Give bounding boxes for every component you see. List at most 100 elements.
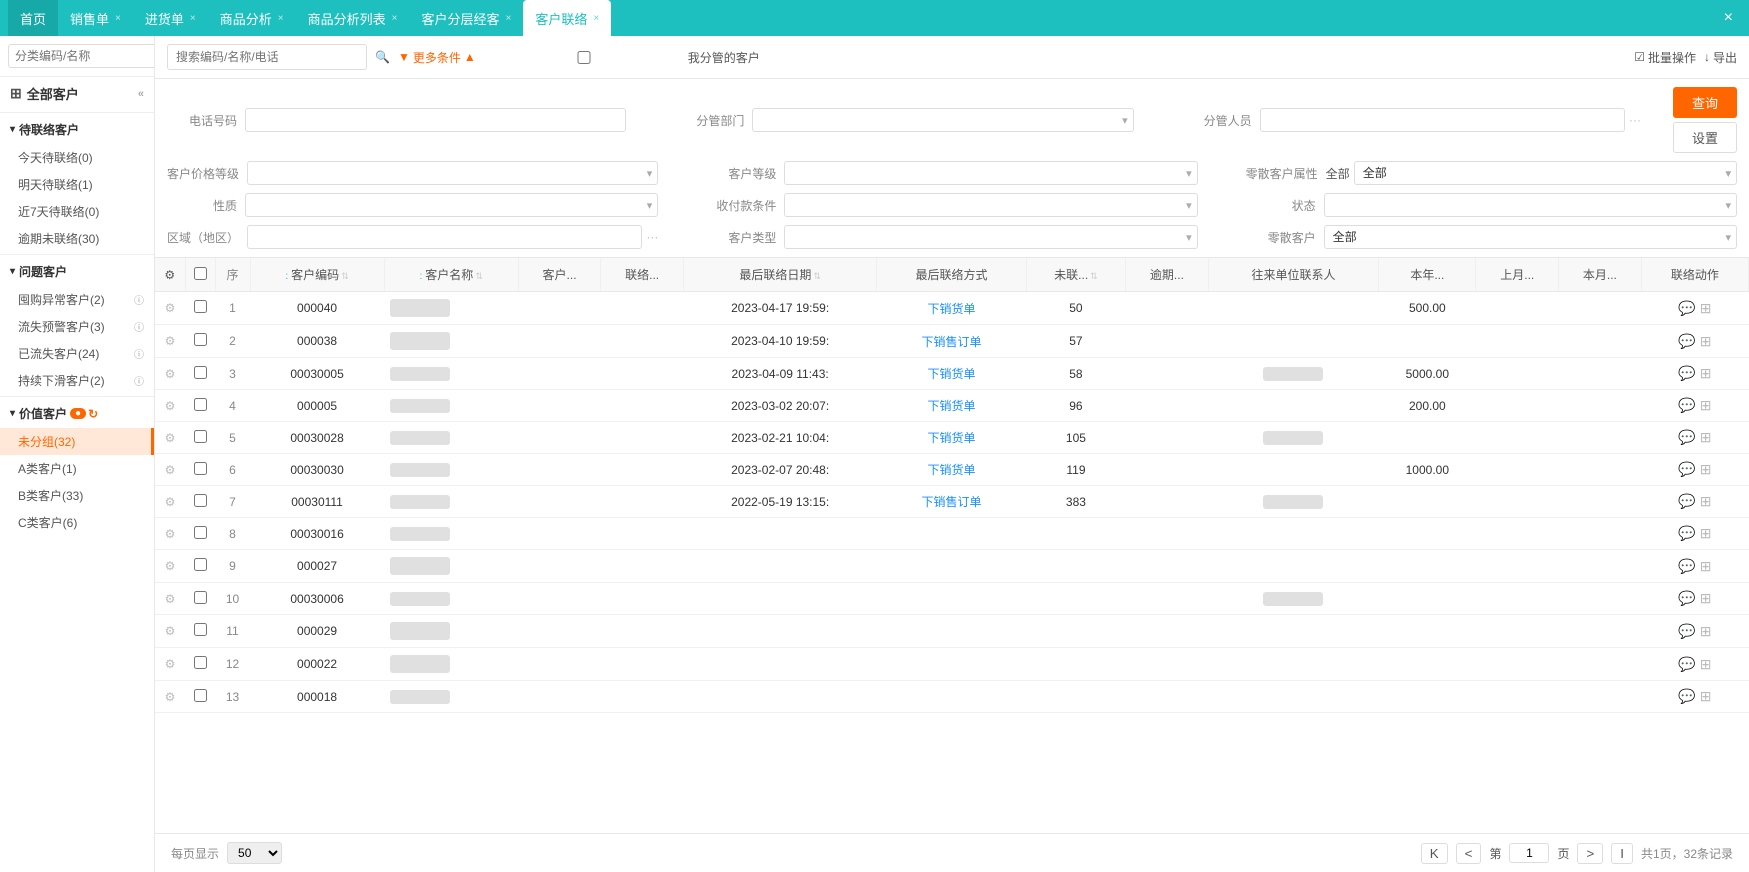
grid-action-icon[interactable]: ⊞ xyxy=(1700,300,1712,317)
chat-icon[interactable]: 💬 xyxy=(1678,333,1695,350)
cell-last-contact-way[interactable]: 下销售订单 xyxy=(877,486,1026,518)
dept-select[interactable] xyxy=(752,108,1133,132)
tab-home[interactable]: 首页 xyxy=(8,0,58,36)
cell-checkbox[interactable] xyxy=(185,486,215,518)
cell-gear[interactable]: ⚙ xyxy=(155,486,185,518)
tab-product-analysis-list-close[interactable]: × xyxy=(392,13,398,24)
cell-checkbox[interactable] xyxy=(185,325,215,358)
cell-checkbox[interactable] xyxy=(185,518,215,550)
cell-last-contact-way[interactable] xyxy=(877,518,1026,550)
batch-op-button[interactable]: ☑ 批量操作 xyxy=(1634,49,1696,66)
retail-attr-select[interactable]: 全部 xyxy=(1354,161,1737,185)
sidebar-item-overdue[interactable]: 逾期未联络(30) xyxy=(0,225,154,252)
first-page-button[interactable]: K xyxy=(1421,843,1448,864)
tab-customer-segment-close[interactable]: × xyxy=(505,13,511,24)
sidebar-item-tomorrow-pending[interactable]: 明天待联络(1) xyxy=(0,171,154,198)
contact-way-link[interactable]: 下销货单 xyxy=(928,367,976,381)
cell-checkbox[interactable] xyxy=(185,358,215,390)
payment-terms-select[interactable] xyxy=(784,193,1197,217)
cell-gear[interactable]: ⚙ xyxy=(155,681,185,713)
chat-icon[interactable]: 💬 xyxy=(1678,365,1695,382)
sidebar-item-today-pending[interactable]: 今天待联络(0) xyxy=(0,144,154,171)
cell-gear[interactable]: ⚙ xyxy=(155,292,185,325)
th-name[interactable]: :客户名称⇅ xyxy=(384,258,518,292)
th-checkbox[interactable] xyxy=(185,258,215,292)
cell-checkbox[interactable] xyxy=(185,648,215,681)
sidebar-item-ungrouped[interactable]: 未分组(32) xyxy=(0,428,154,455)
row-checkbox[interactable] xyxy=(194,333,207,346)
row-checkbox[interactable] xyxy=(194,656,207,669)
grid-action-icon[interactable]: ⊞ xyxy=(1700,688,1712,705)
grid-action-icon[interactable]: ⊞ xyxy=(1700,429,1712,446)
cell-checkbox[interactable] xyxy=(185,292,215,325)
th-last-contact-date[interactable]: 最后联络日期⇅ xyxy=(683,258,876,292)
nature-select[interactable] xyxy=(245,193,658,217)
tab-purchase-close[interactable]: × xyxy=(190,13,196,24)
th-gear[interactable]: ⚙ xyxy=(155,258,185,292)
cell-last-contact-way[interactable] xyxy=(877,648,1026,681)
retail-customer-select[interactable]: 全部 xyxy=(1324,225,1737,249)
phone-input[interactable] xyxy=(245,108,626,132)
cell-checkbox[interactable] xyxy=(185,550,215,583)
tab-customer-contact-close[interactable]: × xyxy=(593,13,599,24)
query-button[interactable]: 查询 xyxy=(1673,87,1737,118)
filter-search-icon[interactable]: 🔍 xyxy=(375,50,390,64)
row-checkbox[interactable] xyxy=(194,494,207,507)
row-checkbox[interactable] xyxy=(194,300,207,313)
manager-dots-icon[interactable]: ··· xyxy=(1629,113,1641,127)
th-code[interactable]: :客户编码⇅ xyxy=(250,258,384,292)
row-checkbox[interactable] xyxy=(194,623,207,636)
section-value-customers[interactable]: ▾ 价值客户 ● ↻ xyxy=(0,399,154,428)
row-checkbox[interactable] xyxy=(194,366,207,379)
cell-checkbox[interactable] xyxy=(185,454,215,486)
region-dots-icon[interactable]: ··· xyxy=(646,230,658,244)
page-size-select[interactable]: 50 100 xyxy=(227,842,282,864)
row-checkbox[interactable] xyxy=(194,689,207,702)
cell-last-contact-way[interactable]: 下销货单 xyxy=(877,454,1026,486)
reset-button[interactable]: 设置 xyxy=(1673,122,1737,153)
customer-level-select[interactable] xyxy=(784,161,1197,185)
grid-action-icon[interactable]: ⊞ xyxy=(1700,558,1712,575)
tab-customer-segment[interactable]: 客户分层经客 × xyxy=(409,0,523,36)
sidebar-item-7days-pending[interactable]: 近7天待联络(0) xyxy=(0,198,154,225)
sidebar-item-loss-warning[interactable]: 流失预警客户(3) ⓘ xyxy=(0,313,154,340)
manager-input[interactable] xyxy=(1260,108,1625,132)
tab-product-analysis-close[interactable]: × xyxy=(278,13,284,24)
sidebar-item-class-b[interactable]: B类客户(33) xyxy=(0,482,154,509)
chat-icon[interactable]: 💬 xyxy=(1678,656,1695,673)
next-page-button[interactable]: > xyxy=(1577,843,1603,864)
grid-action-icon[interactable]: ⊞ xyxy=(1700,397,1712,414)
row-checkbox[interactable] xyxy=(194,430,207,443)
tab-product-analysis[interactable]: 商品分析 × xyxy=(208,0,296,36)
cell-last-contact-way[interactable]: 下销货单 xyxy=(877,390,1026,422)
my-customers-checkbox[interactable] xyxy=(484,51,684,64)
refresh-icon[interactable]: ↻ xyxy=(88,407,98,421)
row-checkbox[interactable] xyxy=(194,591,207,604)
chat-icon[interactable]: 💬 xyxy=(1678,558,1695,575)
tab-purchase[interactable]: 进货单 × xyxy=(133,0,208,36)
cell-last-contact-way[interactable] xyxy=(877,615,1026,648)
tab-customer-contact[interactable]: 客户联络 × xyxy=(523,0,611,36)
prev-page-button[interactable]: < xyxy=(1456,843,1482,864)
status-select[interactable] xyxy=(1324,193,1737,217)
cell-last-contact-way[interactable] xyxy=(877,681,1026,713)
grid-action-icon[interactable]: ⊞ xyxy=(1700,365,1712,382)
tab-product-analysis-list[interactable]: 商品分析列表 × xyxy=(296,0,410,36)
chat-icon[interactable]: 💬 xyxy=(1678,461,1695,478)
cell-gear[interactable]: ⚙ xyxy=(155,454,185,486)
row-checkbox[interactable] xyxy=(194,526,207,539)
sidebar-item-class-a[interactable]: A类客户(1) xyxy=(0,455,154,482)
contact-way-link[interactable]: 下销售订单 xyxy=(922,495,982,509)
cell-last-contact-way[interactable]: 下销货单 xyxy=(877,422,1026,454)
grid-action-icon[interactable]: ⊞ xyxy=(1700,656,1712,673)
contact-way-link[interactable]: 下销货单 xyxy=(928,431,976,445)
cell-last-contact-way[interactable] xyxy=(877,550,1026,583)
window-close-button[interactable]: × xyxy=(1716,9,1741,27)
customer-type-select[interactable] xyxy=(784,225,1197,249)
chat-icon[interactable]: 💬 xyxy=(1678,590,1695,607)
cell-checkbox[interactable] xyxy=(185,583,215,615)
cell-gear[interactable]: ⚙ xyxy=(155,550,185,583)
sidebar-all-customers[interactable]: ⊞ 全部客户 « xyxy=(0,77,154,110)
row-checkbox[interactable] xyxy=(194,398,207,411)
cell-gear[interactable]: ⚙ xyxy=(155,358,185,390)
